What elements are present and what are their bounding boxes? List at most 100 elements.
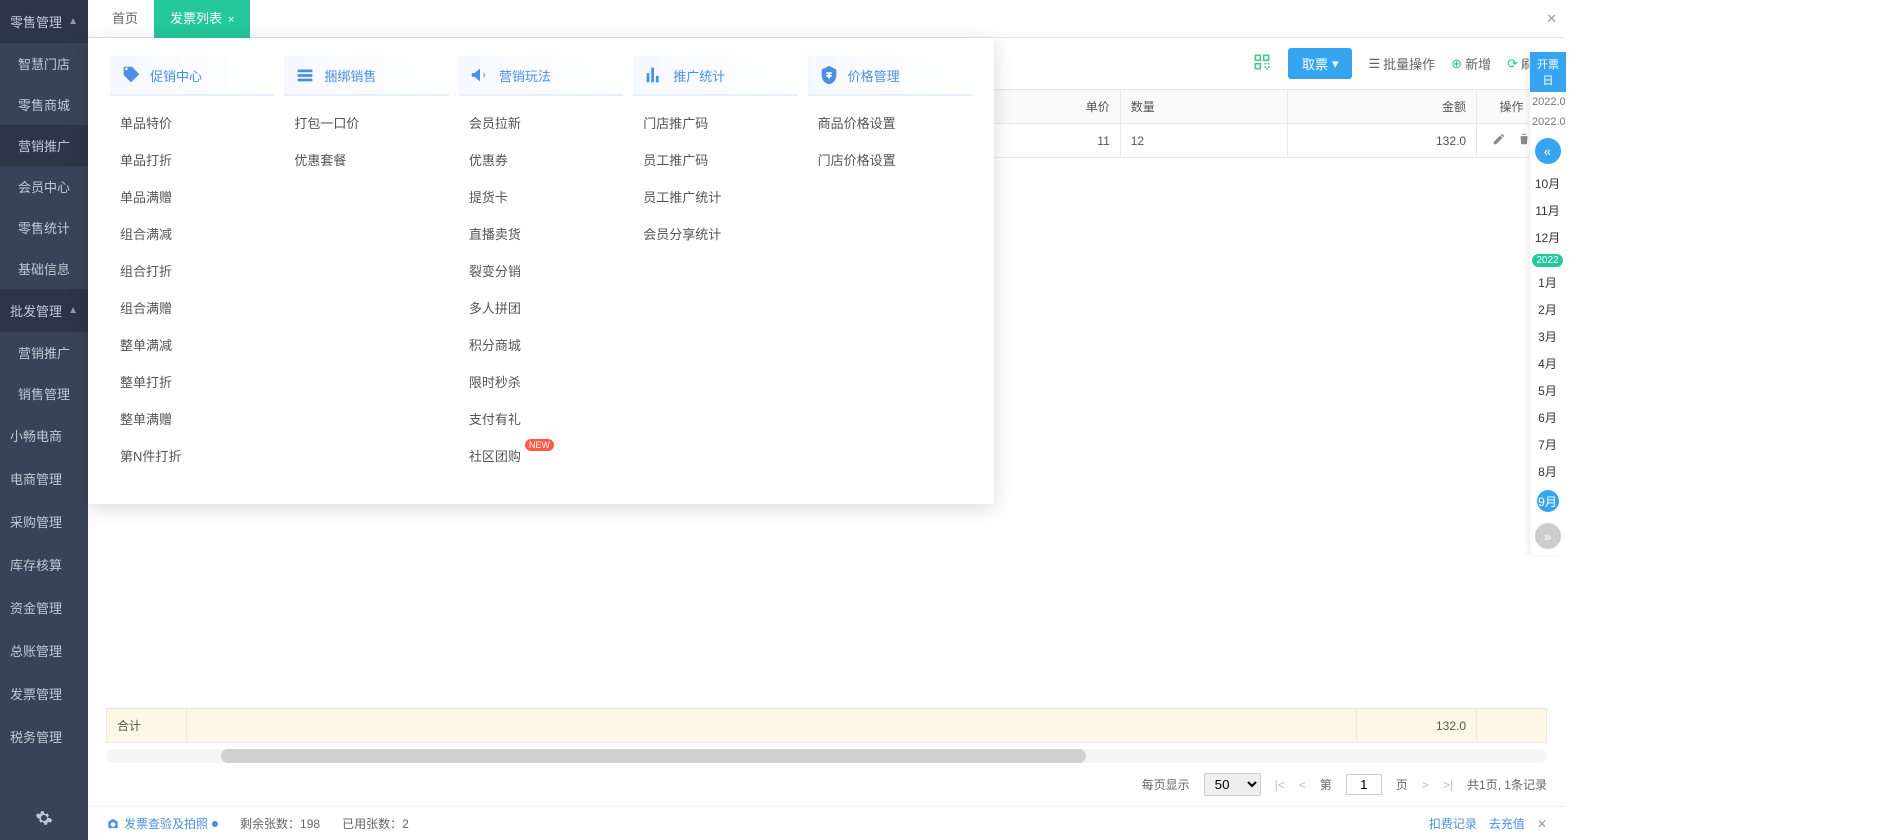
summary-table: 合计 132.0 bbox=[106, 708, 1547, 743]
sidebar-item-purchase[interactable]: 采购管理 bbox=[0, 500, 88, 543]
mega-item[interactable]: 积分商城 bbox=[459, 326, 623, 363]
scroll-up-button[interactable]: « bbox=[1535, 138, 1561, 164]
per-page-select[interactable]: 50 bbox=[1204, 773, 1261, 796]
mega-item[interactable]: 单品特价 bbox=[110, 104, 274, 141]
month-item[interactable]: 7月 bbox=[1530, 431, 1565, 458]
mega-item[interactable]: 第N件打折 bbox=[110, 437, 274, 474]
mega-item[interactable]: 社区团购NEW bbox=[459, 437, 623, 474]
page-info: 共1页, 1条记录 bbox=[1467, 776, 1547, 793]
scroll-down-button[interactable]: » bbox=[1535, 523, 1561, 549]
sidebar-item-finance[interactable]: 资金管理 bbox=[0, 586, 88, 629]
mega-item[interactable]: 多人拼团 bbox=[459, 289, 623, 326]
mega-item[interactable]: 会员拉新 bbox=[459, 104, 623, 141]
new-badge: NEW bbox=[525, 439, 554, 451]
remain-count: 剩余张数：198 bbox=[240, 815, 320, 832]
month-item-active[interactable]: 9月 bbox=[1530, 485, 1565, 517]
sidebar-item-retail-mall[interactable]: 零售商城 bbox=[0, 84, 88, 125]
page-input[interactable] bbox=[1346, 774, 1382, 795]
mega-col-bundle: 捆绑销售 打包一口价 优惠套餐 bbox=[284, 56, 448, 474]
price-icon bbox=[818, 64, 840, 86]
mega-item[interactable]: 员工推广码 bbox=[633, 141, 797, 178]
invoice-verify-link[interactable]: 发票查验及拍照 bbox=[106, 815, 218, 832]
close-all-tabs-icon[interactable]: ✕ bbox=[1546, 11, 1557, 27]
month-item[interactable]: 4月 bbox=[1530, 350, 1565, 377]
mega-item[interactable]: 门店价格设置 bbox=[808, 141, 972, 178]
sidebar-item-ws-marketing[interactable]: 营销推广 bbox=[0, 332, 88, 373]
mega-item[interactable]: 门店推广码 bbox=[633, 104, 797, 141]
add-button[interactable]: ⊕新增 bbox=[1451, 54, 1491, 73]
mega-item[interactable]: 会员分享统计 bbox=[633, 215, 797, 252]
mega-item[interactable]: 裂变分销 bbox=[459, 252, 623, 289]
qr-scan-icon[interactable] bbox=[1252, 52, 1272, 75]
mega-head-play: 营销玩法 bbox=[459, 56, 623, 96]
mega-item[interactable]: 整单满赠 bbox=[110, 400, 274, 437]
mega-item[interactable]: 支付有礼 bbox=[459, 400, 623, 437]
open-date-button[interactable]: 开票日 bbox=[1530, 52, 1566, 92]
prev-page-button[interactable]: < bbox=[1299, 778, 1306, 792]
page-suffix: 页 bbox=[1396, 776, 1408, 793]
mega-item[interactable]: 商品价格设置 bbox=[808, 104, 972, 141]
month-item[interactable]: 3月 bbox=[1530, 323, 1565, 350]
mega-item[interactable]: 限时秒杀 bbox=[459, 363, 623, 400]
mega-col-promotion: 促销中心 单品特价 单品打折 单品满赠 组合满减 组合打折 组合满赠 整单满减 … bbox=[110, 56, 274, 474]
batch-ops-button[interactable]: ☰批量操作 bbox=[1368, 54, 1435, 73]
mega-item[interactable]: 优惠券 bbox=[459, 141, 623, 178]
fetch-invoice-button[interactable]: 取票▾ bbox=[1288, 48, 1353, 79]
mega-item[interactable]: 整单满减 bbox=[110, 326, 274, 363]
date-cut[interactable]: 2022.0 bbox=[1530, 112, 1565, 132]
settings-gear-icon[interactable] bbox=[0, 799, 88, 840]
sidebar-item-inventory[interactable]: 库存核算 bbox=[0, 543, 88, 586]
horizontal-scrollbar[interactable] bbox=[106, 749, 1547, 763]
sidebar-item-invoice[interactable]: 发票管理 bbox=[0, 672, 88, 715]
summary-amt: 132.0 bbox=[1357, 709, 1477, 743]
sidebar-item-marketing[interactable]: 营销推广 bbox=[0, 125, 88, 166]
mega-item[interactable]: 组合满赠 bbox=[110, 289, 274, 326]
info-dot-icon bbox=[212, 821, 218, 827]
date-cut[interactable]: 2022.0 bbox=[1530, 92, 1565, 112]
sidebar-item-xc-ecom[interactable]: 小畅电商 bbox=[0, 414, 88, 457]
month-item[interactable]: 1月 bbox=[1530, 269, 1565, 296]
next-page-button[interactable]: > bbox=[1422, 778, 1429, 792]
sidebar-item-member[interactable]: 会员中心 bbox=[0, 166, 88, 207]
mega-item[interactable]: 优惠套餐 bbox=[284, 141, 448, 178]
month-item[interactable]: 11月 bbox=[1530, 197, 1565, 224]
topup-link[interactable]: 去充值 bbox=[1489, 815, 1525, 832]
mega-item[interactable]: 提货卡 bbox=[459, 178, 623, 215]
mega-item[interactable]: 打包一口价 bbox=[284, 104, 448, 141]
sidebar-item-ecom[interactable]: 电商管理 bbox=[0, 457, 88, 500]
year-badge: 2022 bbox=[1532, 254, 1562, 267]
sidebar-item-retail-stats[interactable]: 零售统计 bbox=[0, 207, 88, 248]
edit-icon[interactable] bbox=[1492, 135, 1506, 149]
sidebar-group-retail[interactable]: 零售管理▲ bbox=[0, 0, 88, 43]
mega-item[interactable]: 整单打折 bbox=[110, 363, 274, 400]
close-icon[interactable]: ✕ bbox=[1537, 817, 1547, 831]
camera-icon bbox=[106, 817, 120, 831]
month-item[interactable]: 12月 bbox=[1530, 224, 1565, 251]
month-item[interactable]: 6月 bbox=[1530, 404, 1565, 431]
month-item[interactable]: 5月 bbox=[1530, 377, 1565, 404]
sidebar-item-basic-info[interactable]: 基础信息 bbox=[0, 248, 88, 289]
last-page-button[interactable]: >| bbox=[1443, 778, 1453, 792]
mega-item[interactable]: 直播卖货 bbox=[459, 215, 623, 252]
close-icon[interactable]: × bbox=[228, 14, 234, 26]
mega-item[interactable]: 组合满减 bbox=[110, 215, 274, 252]
mega-item[interactable]: 单品打折 bbox=[110, 141, 274, 178]
mega-item[interactable]: 组合打折 bbox=[110, 252, 274, 289]
tab-home[interactable]: 首页 bbox=[96, 0, 154, 38]
tab-invoice-list[interactable]: 发票列表× bbox=[154, 0, 250, 38]
th-amt: 金额 bbox=[1287, 90, 1476, 124]
chevron-up-icon: ▲ bbox=[68, 16, 78, 27]
fee-log-link[interactable]: 扣费记录 bbox=[1429, 815, 1477, 832]
mega-item[interactable]: 单品满赠 bbox=[110, 178, 274, 215]
first-page-button[interactable]: |< bbox=[1275, 778, 1285, 792]
month-item[interactable]: 8月 bbox=[1530, 458, 1565, 485]
month-item[interactable]: 2月 bbox=[1530, 296, 1565, 323]
date-side-panel: 开票日 2022.0 2022.0 « 10月 11月 12月 2022 1月 … bbox=[1529, 52, 1565, 555]
month-item[interactable]: 10月 bbox=[1530, 170, 1565, 197]
mega-item[interactable]: 员工推广统计 bbox=[633, 178, 797, 215]
sidebar-item-tax[interactable]: 税务管理 bbox=[0, 715, 88, 758]
sidebar-item-smart-store[interactable]: 智慧门店 bbox=[0, 43, 88, 84]
sidebar-group-wholesale[interactable]: 批发管理▲ bbox=[0, 289, 88, 332]
sidebar-item-ws-sales[interactable]: 销售管理 bbox=[0, 373, 88, 414]
sidebar-item-ledger[interactable]: 总账管理 bbox=[0, 629, 88, 672]
